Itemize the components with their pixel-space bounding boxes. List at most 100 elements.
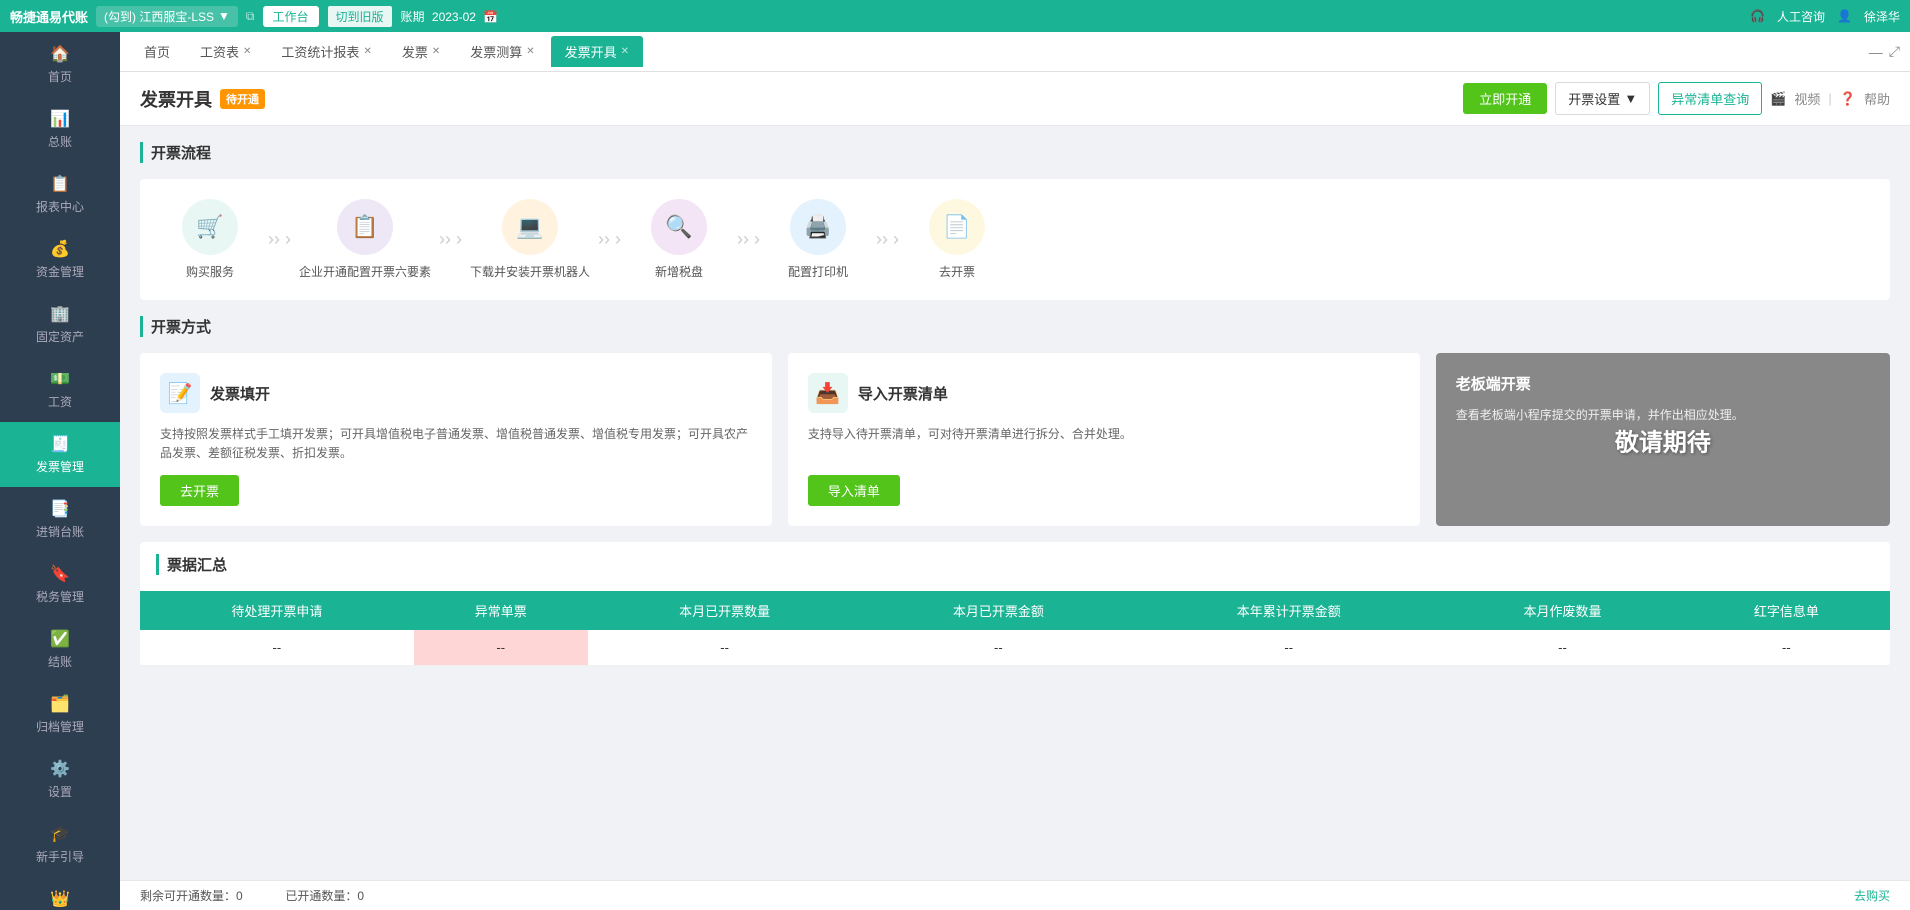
manual-card-header: 📝 发票填开 (160, 373, 752, 413)
go-invoice-button[interactable]: 去开票 (160, 475, 239, 506)
sidebar-item-reports[interactable]: 📋 报表中心 (0, 162, 120, 227)
col-header-7: 红字信息单 (1683, 591, 1890, 630)
workflow-title: 开票流程 (140, 142, 1890, 163)
tab-close-icon[interactable]: ✕ (243, 46, 251, 57)
company-selector[interactable]: (勾到) 江西服宝-LSS ▼ (96, 6, 238, 27)
settings-label: 开票设置 (1568, 89, 1620, 108)
col-header-1: 待处理开票申请 (140, 591, 414, 630)
import-list-button[interactable]: 导入清单 (808, 475, 900, 506)
checkout-icon: ✅ (50, 629, 70, 649)
customer-service-icon: 🎧 (1750, 9, 1765, 23)
sidebar-item-label: 资金管理 (36, 263, 84, 280)
tab-invoice-calc[interactable]: 发票测算 ✕ (456, 36, 548, 67)
top-bar: 畅捷通易代账 (勾到) 江西服宝-LSS ▼ ⧉ 工作台 切到旧版 账期 202… (0, 0, 1910, 32)
tab-close-icon[interactable]: ✕ (432, 46, 440, 57)
guide-icon: 🎓 (50, 824, 70, 844)
step-label-5: 配置打印机 (788, 263, 848, 280)
tab-bar: 首页 工资表 ✕ 工资统计报表 ✕ 发票 ✕ 发票测算 ✕ 发票开具 ✕ (120, 32, 1910, 72)
tab-close-icon[interactable]: ✕ (621, 46, 629, 57)
app-logo: 畅捷通易代账 (10, 7, 88, 26)
sidebar-item-checkout[interactable]: ✅ 结账 (0, 617, 120, 682)
tax-icon: 🔖 (50, 564, 70, 584)
tab-close-icon[interactable]: ✕ (526, 46, 534, 57)
user-avatar: 👤 (1837, 9, 1852, 23)
query-button[interactable]: 异常清单查询 (1658, 82, 1762, 115)
user-service-label[interactable]: 人工咨询 (1777, 8, 1825, 25)
tab-label: 发票测算 (470, 42, 522, 61)
sidebar-item-home[interactable]: 🏠 首页 (0, 32, 120, 97)
username-label[interactable]: 徐泽华 (1864, 8, 1900, 25)
sidebar-item-label: 结账 (48, 653, 72, 670)
method-cards: 📝 发票填开 支持按照发票样式手工填开发票；可开具增值税电子普通发票、增值税普通… (140, 353, 1890, 526)
arrow-icon: ›› › (737, 229, 760, 250)
manual-invoice-card: 📝 发票填开 支持按照发票样式手工填开发票；可开具增值税电子普通发票、增值税普通… (140, 353, 772, 526)
workflow-section: 开票流程 🛒 购买服务 ›› › 📋 企业开通配置开票六要素 ›› › 💻 下载… (140, 142, 1890, 300)
sidebar-item-assets[interactable]: 🏢 固定资产 (0, 292, 120, 357)
switch-version-button[interactable]: 切到旧版 (327, 5, 393, 28)
settings-button[interactable]: 开票设置 ▼ (1555, 82, 1650, 115)
help-label[interactable]: 帮助 (1864, 89, 1890, 108)
top-bar-right: 🎧 人工咨询 👤 徐泽华 (1750, 8, 1900, 25)
table-row: -- -- -- -- -- -- -- (140, 630, 1890, 666)
sidebar-item-invoice[interactable]: 🧾 发票管理 (0, 422, 120, 487)
separator: | (1828, 91, 1831, 106)
summary-cell-6: -- (1442, 630, 1682, 666)
summary-cell-5: -- (1135, 630, 1442, 666)
billing-method-section: 开票方式 📝 发票填开 支持按照发票样式手工填开发票；可开具增值税电子普通发票、… (140, 316, 1890, 526)
tab-invoice[interactable]: 发票 ✕ (388, 36, 454, 67)
step-label-6: 去开票 (939, 263, 975, 280)
sidebar-item-settings[interactable]: ⚙️ 设置 (0, 747, 120, 812)
bottom-bar: 剩余可开通数量：0 已开通数量：0 去购买 (120, 880, 1910, 910)
sidebar-item-payroll[interactable]: 💵 工资 (0, 357, 120, 422)
sidebar-item-funds[interactable]: 💰 资金管理 (0, 227, 120, 292)
window-controls[interactable]: — ⤢ (1869, 43, 1900, 60)
step-label-4: 新增税盘 (655, 263, 703, 280)
tab-close-icon[interactable]: ✕ (363, 46, 371, 57)
col-header-6: 本月作废数量 (1442, 591, 1682, 630)
page-title: 发票开具 待开通 (140, 86, 265, 112)
step-icon-6: 📄 (929, 199, 985, 255)
activate-button[interactable]: 立即开通 (1463, 83, 1547, 114)
manual-card-title: 发票填开 (210, 383, 270, 404)
tab-payroll[interactable]: 工资表 ✕ (186, 36, 265, 67)
video-label[interactable]: 视频 (1794, 89, 1820, 108)
sidebar-item-label: 报表中心 (36, 198, 84, 215)
status-badge: 待开通 (220, 89, 265, 109)
workspace-button[interactable]: 工作台 (263, 6, 319, 27)
purchase-sales-icon: 📑 (50, 499, 70, 519)
ledger-icon: 📊 (50, 109, 70, 129)
old-platform-card: 老板端开票 查看老板端小程序提交的开票申请，并作出相应处理。 敬请期待 (1436, 353, 1890, 526)
tab-label: 工资表 (200, 42, 239, 61)
sidebar-item-member[interactable]: 👑 畅会员 (0, 877, 120, 910)
sidebar-item-tax[interactable]: 🔖 税务管理 (0, 552, 120, 617)
tab-home[interactable]: 首页 (130, 36, 184, 67)
sidebar-item-label: 首页 (48, 68, 72, 85)
sidebar-item-archive[interactable]: 🗂️ 归档管理 (0, 682, 120, 747)
period-prefix: 账期 (401, 10, 425, 24)
chevron-down-icon: ▼ (218, 9, 230, 23)
step-icon-5: 🖨️ (790, 199, 846, 255)
reports-icon: 📋 (50, 174, 70, 194)
workflow: 🛒 购买服务 ›› › 📋 企业开通配置开票六要素 ›› › 💻 下载并安装开票… (140, 179, 1890, 300)
sidebar-item-label: 工资 (48, 393, 72, 410)
import-card-icon: 📥 (808, 373, 848, 413)
tab-invoice-issue[interactable]: 发票开具 ✕ (551, 36, 643, 67)
step-label-2: 企业开通配置开票六要素 (299, 263, 431, 280)
maximize-icon[interactable]: ⤢ (1889, 43, 1900, 60)
sidebar-item-purchase-sales[interactable]: 📑 进销台账 (0, 487, 120, 552)
old-platform-title: 老板端开票 (1456, 373, 1870, 394)
sidebar-item-ledger[interactable]: 📊 总账 (0, 97, 120, 162)
calendar-icon[interactable]: 📅 (483, 10, 498, 24)
minimize-icon[interactable]: — (1869, 44, 1883, 60)
workflow-step-6: 📄 去开票 (907, 199, 1007, 280)
step-icon-1: 🛒 (182, 199, 238, 255)
sidebar-item-guide[interactable]: 🎓 新手引导 (0, 812, 120, 877)
video-icon: 🎬 (1770, 91, 1786, 107)
tab-label: 首页 (144, 42, 170, 61)
summary-cell-7: -- (1683, 630, 1890, 666)
content-area: 首页 工资表 ✕ 工资统计报表 ✕ 发票 ✕ 发票测算 ✕ 发票开具 ✕ (120, 32, 1910, 910)
assets-icon: 🏢 (50, 304, 70, 324)
tab-payroll-stats[interactable]: 工资统计报表 ✕ (267, 36, 385, 67)
summary-table: 待处理开票申请 异常单票 本月已开票数量 本月已开票金额 本年累计开票金额 本月… (140, 591, 1890, 666)
purchase-link[interactable]: 去购买 (1854, 887, 1890, 904)
